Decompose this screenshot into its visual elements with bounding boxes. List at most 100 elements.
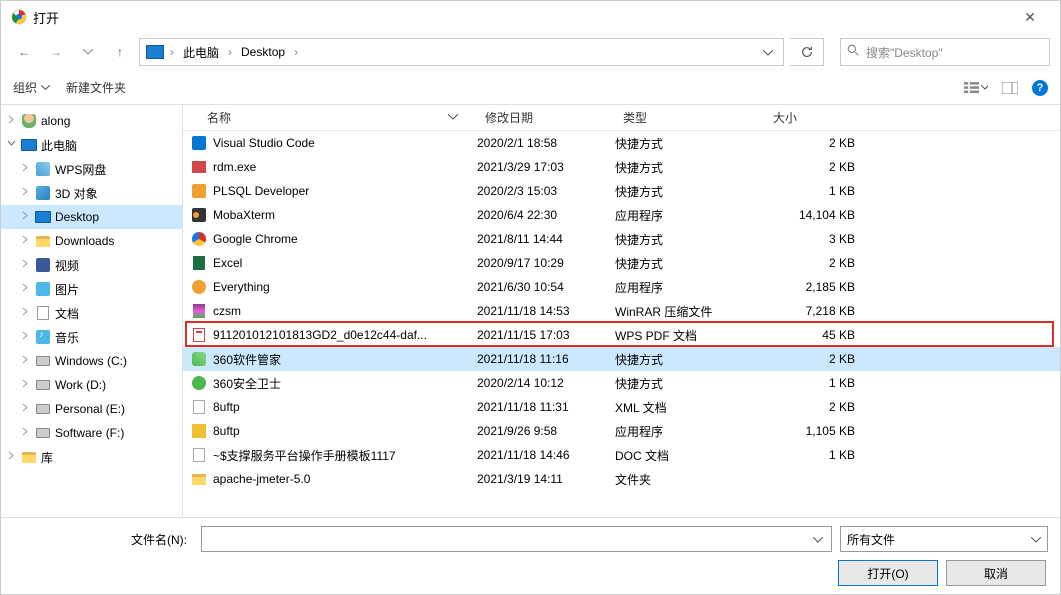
- sidebar-item-label: WPS网盘: [55, 161, 106, 178]
- cancel-button[interactable]: 取消: [946, 560, 1046, 586]
- chevron-right-icon[interactable]: [19, 379, 31, 391]
- file-row[interactable]: rdm.exe2021/3/29 17:03快捷方式2 KB: [183, 155, 1060, 179]
- folder-icon: [191, 471, 207, 487]
- sidebar-item-Downloads[interactable]: Downloads: [1, 229, 182, 253]
- chevron-right-icon[interactable]: [19, 427, 31, 439]
- folder-icon: [20, 449, 38, 465]
- chevron-right-icon[interactable]: [19, 211, 31, 223]
- file-filter-select[interactable]: 所有文件: [840, 526, 1048, 552]
- sidebar-item-3D 对象[interactable]: 3D 对象: [1, 181, 182, 205]
- chevron-right-icon[interactable]: [19, 163, 31, 175]
- file-row[interactable]: Everything2021/6/30 10:54应用程序2,185 KB: [183, 275, 1060, 299]
- file-row[interactable]: czsm2021/11/18 14:53WinRAR 压缩文件7,218 KB: [183, 299, 1060, 323]
- 3d-icon: [34, 185, 52, 201]
- list-body[interactable]: Visual Studio Code2020/2/1 18:58快捷方式2 KB…: [183, 131, 1060, 517]
- up-button[interactable]: ↑: [107, 39, 133, 65]
- file-list: 名称 修改日期 类型 大小 Visual Studio Code2020/2/1…: [183, 105, 1060, 517]
- file-type: 快捷方式: [615, 255, 765, 272]
- file-row[interactable]: PLSQL Developer2020/2/3 15:03快捷方式1 KB: [183, 179, 1060, 203]
- sidebar-item-Windows (C:)[interactable]: Windows (C:): [1, 349, 182, 373]
- filter-label: 所有文件: [847, 531, 895, 548]
- sidebar-item-label: 图片: [55, 281, 79, 298]
- new-folder-button[interactable]: 新建文件夹: [66, 79, 126, 96]
- organize-label: 组织: [13, 79, 37, 96]
- preview-pane-button[interactable]: [998, 78, 1022, 98]
- sidebar-item-Personal (E:)[interactable]: Personal (E:): [1, 397, 182, 421]
- file-date: 2021/9/26 9:58: [477, 424, 615, 438]
- sidebar-item-Work (D:)[interactable]: Work (D:): [1, 373, 182, 397]
- sidebar-item-视频[interactable]: 视频: [1, 253, 182, 277]
- file-row[interactable]: Excel2020/9/17 10:29快捷方式2 KB: [183, 251, 1060, 275]
- chevron-right-icon[interactable]: [19, 307, 31, 319]
- help-button[interactable]: ?: [1032, 80, 1048, 96]
- address-bar[interactable]: › 此电脑 › Desktop ›: [139, 38, 784, 66]
- monitor-icon: [20, 137, 38, 153]
- recent-dropdown[interactable]: [75, 39, 101, 65]
- file-row[interactable]: 360软件管家2021/11/18 11:16快捷方式2 KB: [183, 347, 1060, 371]
- column-date[interactable]: 修改日期: [477, 109, 615, 126]
- file-name: 8uftp: [213, 424, 240, 438]
- open-button[interactable]: 打开(O): [838, 560, 938, 586]
- file-date: 2020/2/1 18:58: [477, 136, 615, 150]
- chevron-down-icon[interactable]: [5, 139, 17, 151]
- sidebar-item-label: Personal (E:): [55, 402, 125, 416]
- file-size: 45 KB: [765, 328, 871, 342]
- column-type[interactable]: 类型: [615, 109, 765, 126]
- file-row[interactable]: 360安全卫士2020/2/14 10:12快捷方式1 KB: [183, 371, 1060, 395]
- sidebar-item-文档[interactable]: 文档: [1, 301, 182, 325]
- breadcrumb-root[interactable]: 此电脑: [180, 44, 222, 61]
- pdf-icon: [191, 327, 207, 343]
- sidebar-item-WPS网盘[interactable]: WPS网盘: [1, 157, 182, 181]
- sidebar-item-label: 3D 对象: [55, 185, 98, 202]
- chevron-right-icon[interactable]: [19, 283, 31, 295]
- file-row[interactable]: Google Chrome2021/8/11 14:44快捷方式3 KB: [183, 227, 1060, 251]
- organize-button[interactable]: 组织: [13, 79, 50, 96]
- column-name[interactable]: 名称: [183, 109, 477, 126]
- chevron-right-icon[interactable]: [19, 187, 31, 199]
- file-row[interactable]: 911201012101813GD2_d0e12c44-daf...2021/1…: [183, 323, 1060, 347]
- address-history-dropdown[interactable]: [759, 45, 777, 59]
- search-input[interactable]: 搜索"Desktop": [840, 38, 1050, 66]
- ftp-icon: [191, 423, 207, 439]
- chevron-right-icon[interactable]: [5, 115, 17, 127]
- file-date: 2021/3/29 17:03: [477, 160, 615, 174]
- back-button[interactable]: ←: [11, 39, 37, 65]
- refresh-button[interactable]: [790, 38, 824, 66]
- file-date: 2021/11/18 11:31: [477, 400, 615, 414]
- sidebar-item-音乐[interactable]: 音乐: [1, 325, 182, 349]
- chevron-right-icon[interactable]: [19, 355, 31, 367]
- every-icon: [191, 279, 207, 295]
- file-type: WinRAR 压缩文件: [615, 303, 765, 320]
- file-row[interactable]: ~$支撑服务平台操作手册模板11172021/11/18 14:46DOC 文档…: [183, 443, 1060, 467]
- plsql-icon: [191, 183, 207, 199]
- forward-button[interactable]: →: [43, 39, 69, 65]
- sidebar-item-图片[interactable]: 图片: [1, 277, 182, 301]
- breadcrumb-folder[interactable]: Desktop: [238, 45, 288, 59]
- file-row[interactable]: 8uftp2021/11/18 11:31XML 文档2 KB: [183, 395, 1060, 419]
- filename-input[interactable]: [201, 526, 832, 552]
- file-row[interactable]: MobaXterm2020/6/4 22:30应用程序14,104 KB: [183, 203, 1060, 227]
- chevron-right-icon[interactable]: [19, 259, 31, 271]
- file-name: apache-jmeter-5.0: [213, 472, 310, 486]
- sidebar-item-库[interactable]: 库: [1, 445, 182, 469]
- chevron-right-icon[interactable]: [19, 403, 31, 415]
- file-row[interactable]: Visual Studio Code2020/2/1 18:58快捷方式2 KB: [183, 131, 1060, 155]
- chevron-right-icon[interactable]: [19, 331, 31, 343]
- file-size: 2,185 KB: [765, 280, 871, 294]
- column-size[interactable]: 大小: [765, 109, 871, 126]
- chevron-right-icon[interactable]: [5, 451, 17, 463]
- file-row[interactable]: 8uftp2021/9/26 9:58应用程序1,105 KB: [183, 419, 1060, 443]
- close-button[interactable]: ✕: [1010, 9, 1050, 26]
- sidebar-item-此电脑[interactable]: 此电脑: [1, 133, 182, 157]
- file-row[interactable]: apache-jmeter-5.02021/3/19 14:11文件夹: [183, 467, 1060, 491]
- sidebar-item-Desktop[interactable]: Desktop: [1, 205, 182, 229]
- view-options-button[interactable]: [964, 78, 988, 98]
- file-size: 2 KB: [765, 352, 871, 366]
- sidebar-item-Software (F:)[interactable]: Software (F:): [1, 421, 182, 445]
- chevron-right-icon[interactable]: [19, 235, 31, 247]
- file-date: 2020/9/17 10:29: [477, 256, 615, 270]
- new-folder-label: 新建文件夹: [66, 79, 126, 96]
- 360s-icon: [191, 375, 207, 391]
- filename-history-dropdown[interactable]: [809, 532, 827, 546]
- sidebar-item-along[interactable]: along: [1, 109, 182, 133]
